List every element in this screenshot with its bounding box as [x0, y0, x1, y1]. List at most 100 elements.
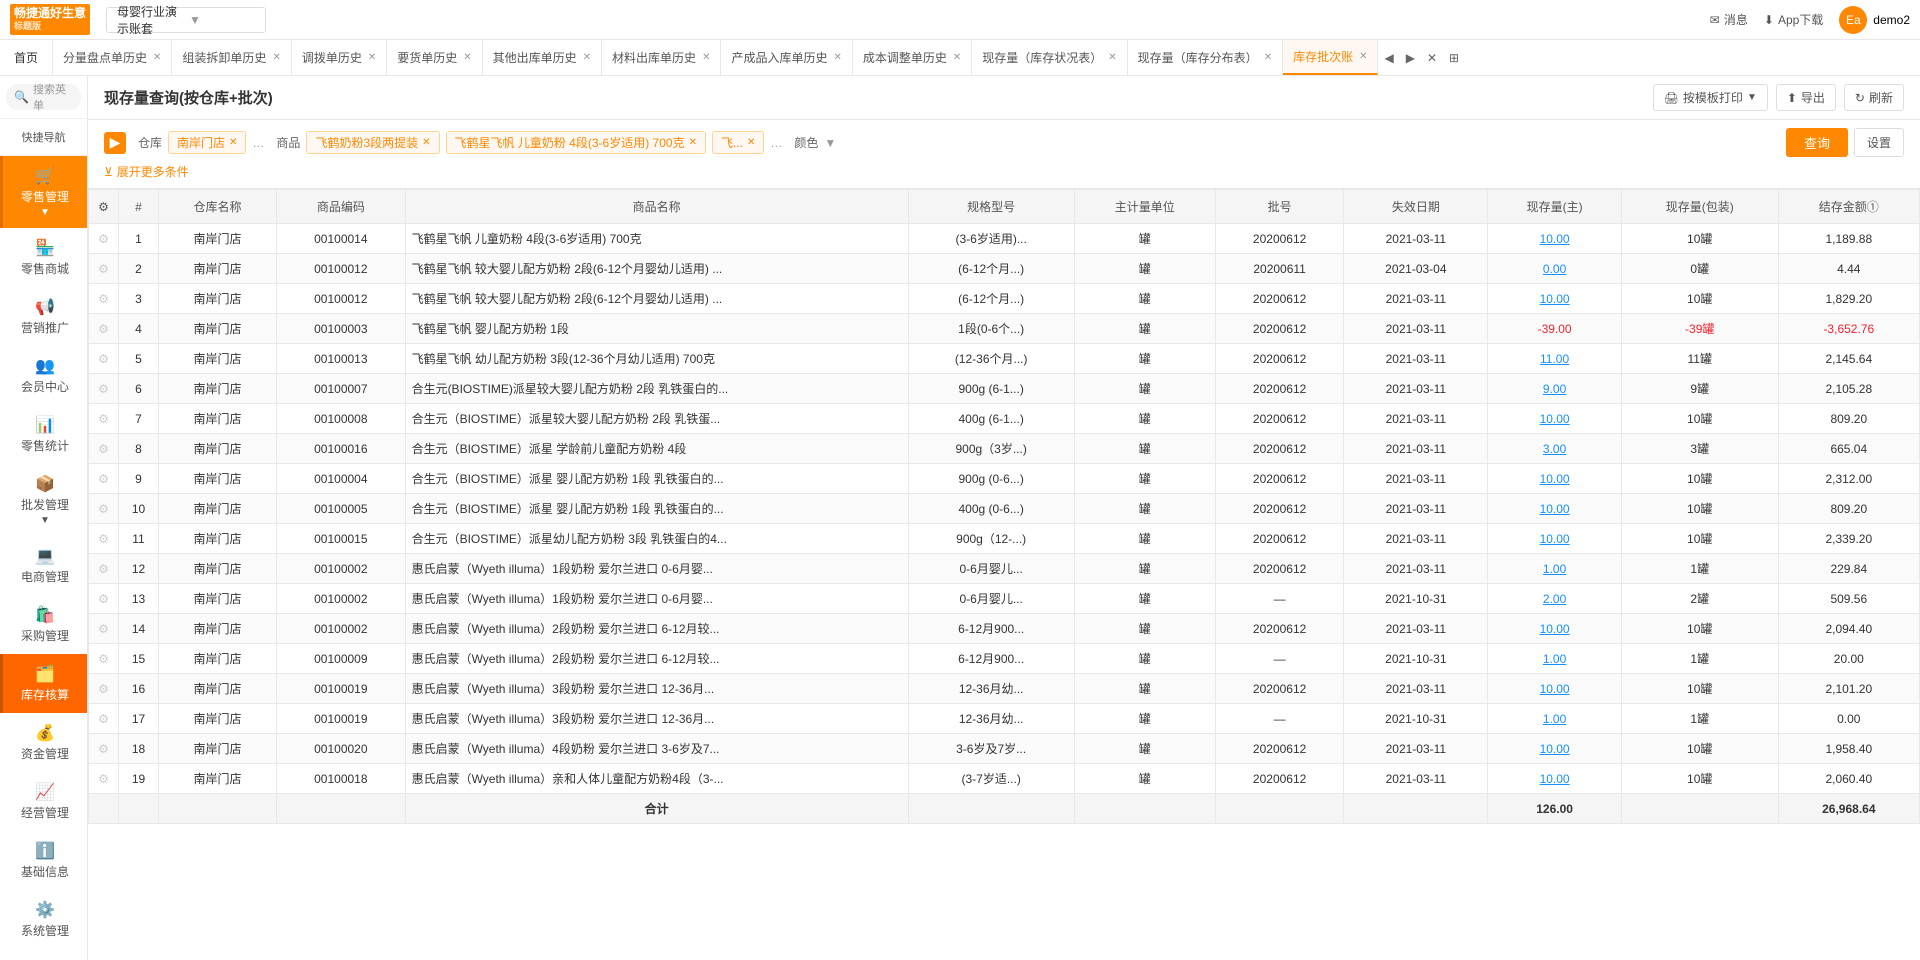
row-settings-icon[interactable]: ⚙ — [89, 644, 119, 674]
sidebar-item-marketing[interactable]: 📢 营销推广 — [0, 287, 87, 346]
row-settings-icon[interactable]: ⚙ — [89, 434, 119, 464]
tab-item-2[interactable]: 调拨单历史 ✕ — [292, 40, 387, 75]
tab-close-icon[interactable]: ✕ — [368, 52, 376, 63]
sidebar-item-collab[interactable]: 🤝 企业协同 — [0, 949, 87, 960]
tab-item-10[interactable]: 库存批次账 ✕ — [1283, 40, 1378, 75]
tab-close-icon[interactable]: ✕ — [463, 52, 471, 63]
col-settings[interactable]: ⚙ — [89, 190, 119, 224]
row-settings-icon[interactable]: ⚙ — [89, 734, 119, 764]
tab-item-9[interactable]: 现存量（库存分布表） ✕ — [1128, 40, 1283, 75]
tab-item-4[interactable]: 其他出库单历史 ✕ — [483, 40, 602, 75]
row-settings-icon[interactable]: ⚙ — [89, 254, 119, 284]
row-qty-main[interactable]: 10.00 — [1488, 734, 1622, 764]
row-settings-icon[interactable]: ⚙ — [89, 524, 119, 554]
sidebar-item-retail-store[interactable]: 🏪 零售商城 — [0, 228, 87, 287]
tab-item-6[interactable]: 产成品入库单历史 ✕ — [721, 40, 852, 75]
tab-prev-btn[interactable]: ◀ — [1378, 40, 1399, 75]
remove-product3-filter-icon[interactable]: ✕ — [747, 137, 755, 148]
app-download-btn[interactable]: ⬇ App下载 — [1764, 11, 1823, 28]
expand-more-btn[interactable]: ⊻ 展开更多条件 — [104, 163, 1904, 180]
sidebar-item-ecommerce[interactable]: 💻 电商管理 — [0, 536, 87, 595]
row-qty-main[interactable]: 10.00 — [1488, 224, 1622, 254]
row-settings-icon[interactable]: ⚙ — [89, 764, 119, 794]
remove-product1-filter-icon[interactable]: ✕ — [422, 137, 430, 148]
message-btn[interactable]: ✉ 消息 — [1710, 11, 1748, 28]
row-settings-icon[interactable]: ⚙ — [89, 314, 119, 344]
tab-next-btn[interactable]: ▶ — [1400, 40, 1421, 75]
tab-close-icon[interactable]: ✕ — [833, 52, 841, 63]
user-profile[interactable]: Ea demo2 — [1839, 6, 1910, 34]
tab-item-1[interactable]: 组装拆卸单历史 ✕ — [172, 40, 291, 75]
row-qty-main[interactable]: 0.00 — [1488, 254, 1622, 284]
tab-close-icon[interactable]: ✕ — [583, 52, 591, 63]
row-settings-icon[interactable]: ⚙ — [89, 284, 119, 314]
filter-expand-arrow[interactable]: ▶ — [104, 132, 126, 154]
tab-close-icon[interactable]: ✕ — [1359, 51, 1367, 62]
row-qty-main[interactable]: 10.00 — [1488, 524, 1622, 554]
search-input-box[interactable]: 🔍 搜索英单 — [6, 84, 81, 110]
org-selector[interactable]: 母婴行业演示账套 ▼ — [106, 7, 266, 33]
warehouse-more-icon[interactable]: … — [252, 136, 264, 150]
row-qty-main[interactable]: 2.00 — [1488, 584, 1622, 614]
row-settings-icon[interactable]: ⚙ — [89, 554, 119, 584]
sidebar-item-retail[interactable]: 🛒 零售管理 ▼ — [0, 156, 87, 228]
color-dropdown-icon[interactable]: ▼ — [824, 136, 836, 150]
sidebar-item-purchase[interactable]: 🛍️ 采购管理 — [0, 595, 87, 654]
row-qty-main[interactable]: 10.00 — [1488, 764, 1622, 794]
remove-product2-filter-icon[interactable]: ✕ — [689, 137, 697, 148]
tab-item-3[interactable]: 要货单历史 ✕ — [387, 40, 482, 75]
remove-warehouse-filter-icon[interactable]: ✕ — [229, 137, 237, 148]
row-settings-icon[interactable]: ⚙ — [89, 614, 119, 644]
sidebar-item-management[interactable]: 📈 经营管理 — [0, 772, 87, 831]
tab-close-icon[interactable]: ✕ — [702, 52, 710, 63]
product-tag-1[interactable]: 飞鹤奶粉3段两提装 ✕ — [306, 131, 439, 154]
sidebar-item-basic-info[interactable]: ℹ️ 基础信息 — [0, 831, 87, 890]
row-settings-icon[interactable]: ⚙ — [89, 674, 119, 704]
tab-close-icon[interactable]: ✕ — [1264, 52, 1272, 63]
row-qty-main[interactable]: 10.00 — [1488, 494, 1622, 524]
print-button[interactable]: 🖨 按模板打印 ▼ — [1653, 84, 1768, 111]
setting-button[interactable]: 设置 — [1854, 128, 1904, 157]
tab-item-0[interactable]: 分量盘点单历史 ✕ — [53, 40, 172, 75]
sidebar-item-stats[interactable]: 📊 零售统计 — [0, 405, 87, 464]
tab-close-all-btn[interactable]: ✕ — [1421, 40, 1443, 75]
tab-home[interactable]: 首页 — [0, 40, 53, 75]
warehouse-tag[interactable]: 南岸门店 ✕ — [168, 131, 246, 154]
row-qty-main[interactable]: 10.00 — [1488, 404, 1622, 434]
sidebar-item-wholesale[interactable]: 📦 批发管理 ▼ — [0, 464, 87, 536]
row-qty-main[interactable]: 10.00 — [1488, 464, 1622, 494]
product-tag-3[interactable]: 飞... ✕ — [712, 131, 764, 154]
tab-more-btn[interactable]: ⊞ — [1443, 40, 1465, 75]
sidebar-nav-shortcut[interactable]: 快捷导航 — [0, 125, 87, 149]
row-qty-main[interactable]: 10.00 — [1488, 614, 1622, 644]
query-button[interactable]: 查询 — [1786, 128, 1848, 157]
sidebar-item-system[interactable]: ⚙️ 系统管理 — [0, 890, 87, 949]
row-qty-main[interactable]: 10.00 — [1488, 284, 1622, 314]
tab-item-5[interactable]: 材料出库单历史 ✕ — [602, 40, 721, 75]
row-qty-main[interactable]: 1.00 — [1488, 644, 1622, 674]
tab-item-8[interactable]: 现存量（库存状况表） ✕ — [972, 40, 1127, 75]
refresh-button[interactable]: ↻ 刷新 — [1844, 84, 1904, 111]
tab-item-7[interactable]: 成本调整单历史 ✕ — [853, 40, 972, 75]
row-qty-main[interactable]: 11.00 — [1488, 344, 1622, 374]
tab-close-icon[interactable]: ✕ — [1108, 52, 1116, 63]
row-settings-icon[interactable]: ⚙ — [89, 224, 119, 254]
tab-close-icon[interactable]: ✕ — [953, 52, 961, 63]
row-settings-icon[interactable]: ⚙ — [89, 704, 119, 734]
sidebar-item-finance[interactable]: 💰 资金管理 — [0, 713, 87, 772]
row-settings-icon[interactable]: ⚙ — [89, 464, 119, 494]
row-qty-main[interactable]: -39.00 — [1488, 314, 1622, 344]
tab-close-icon[interactable]: ✕ — [153, 52, 161, 63]
row-settings-icon[interactable]: ⚙ — [89, 404, 119, 434]
row-settings-icon[interactable]: ⚙ — [89, 344, 119, 374]
row-qty-main[interactable]: 10.00 — [1488, 674, 1622, 704]
product-tag-2[interactable]: 飞鹤星飞帆 儿童奶粉 4段(3-6岁适用) 700克 ✕ — [446, 131, 706, 154]
product-more-icon[interactable]: … — [770, 136, 782, 150]
sidebar-item-members[interactable]: 👥 会员中心 — [0, 346, 87, 405]
row-settings-icon[interactable]: ⚙ — [89, 374, 119, 404]
row-qty-main[interactable]: 3.00 — [1488, 434, 1622, 464]
row-qty-main[interactable]: 9.00 — [1488, 374, 1622, 404]
export-button[interactable]: ⬆ 导出 — [1776, 84, 1836, 111]
row-settings-icon[interactable]: ⚙ — [89, 494, 119, 524]
row-settings-icon[interactable]: ⚙ — [89, 584, 119, 614]
